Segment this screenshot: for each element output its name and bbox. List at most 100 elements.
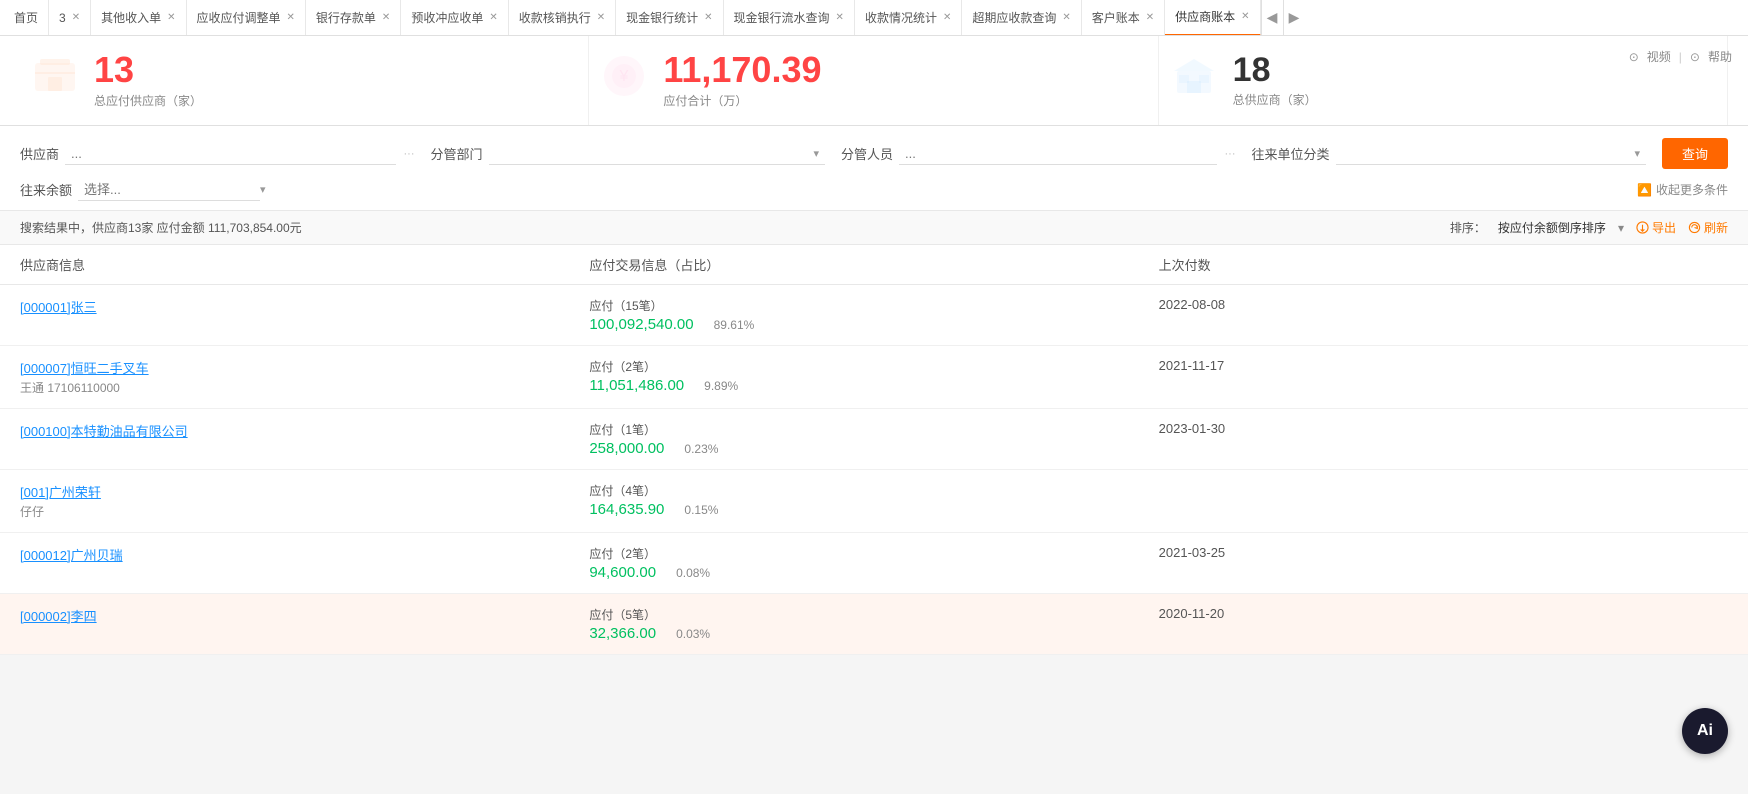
payable-pct-4: 0.08% (676, 566, 710, 580)
nav-arrow-right[interactable]: ▶ (1283, 0, 1305, 36)
supplier-name-0[interactable]: [000001]张三 (20, 300, 97, 315)
stat-payable-supplier: 13 总应付供应商（家） (20, 36, 589, 125)
nav-tab-home[interactable]: 首页 (4, 0, 49, 36)
refresh-button[interactable]: 刷新 (1688, 219, 1728, 236)
nav-tab-overdue-query-label: 超期应收款查询 (972, 9, 1056, 26)
payable-pct-0: 89.61% (714, 318, 755, 332)
close-icon[interactable]: ✕ (943, 12, 951, 23)
filter-row-1: 供应商 ··· 分管部门 ▾ 分管人员 ··· 往来单位分类 ▾ 查询 (20, 138, 1728, 169)
stat-label-supplier: 总应付供应商（家） (94, 92, 202, 109)
table-row: [000007]恒旺二手叉车 王通 17106110000 应付（2笔） 11,… (0, 346, 1748, 409)
chevron-down-icon: ▾ (813, 147, 819, 160)
balance-input[interactable] (84, 182, 260, 197)
result-right: 排序： 按应付余额倒序排序 ▾ 导出 刷新 (1450, 219, 1728, 236)
col-header-payable: 应付交易信息（占比） (589, 255, 1158, 274)
stat-payable-total: ¥ 11,170.39 应付合计（万） (589, 36, 1158, 125)
stat-icon-store (1169, 51, 1219, 111)
payable-count-1: 应付（2笔） (589, 358, 1158, 375)
close-icon[interactable]: ✕ (489, 12, 497, 23)
payable-amount-1: 11,051,486.00 (589, 377, 684, 394)
top-navigation: 首页 3 ✕ 其他收入单 ✕ 应收应付调整单 ✕ 银行存款单 ✕ 预收冲应收单 … (0, 0, 1748, 36)
close-icon[interactable]: ✕ (597, 12, 605, 23)
col-header-supplier: 供应商信息 (20, 255, 589, 274)
nav-arrow-left[interactable]: ◀ (1261, 0, 1283, 36)
supplier-name-1[interactable]: [000007]恒旺二手叉车 (20, 361, 149, 376)
supplier-name-3[interactable]: [001]广州荣轩 (20, 485, 101, 500)
last-pay-0: 2022-08-08 (1159, 297, 1728, 312)
nav-tab-customer-account[interactable]: 客户账本 ✕ (1082, 0, 1165, 36)
close-icon[interactable]: ✕ (167, 12, 175, 23)
dept-select[interactable]: ▾ (489, 143, 825, 165)
nav-tab-cash-bank-stat-label: 现金银行统计 (626, 9, 698, 26)
close-icon[interactable]: ✕ (287, 12, 295, 23)
supplier-info-3: [001]广州荣轩 仔仔 (20, 482, 589, 520)
nav-tab-receive-stat[interactable]: 收款情况统计 ✕ (855, 0, 962, 36)
nav-tab-bank-deposit[interactable]: 银行存款单 ✕ (306, 0, 401, 36)
close-icon[interactable]: ✕ (1146, 12, 1154, 23)
collapse-button[interactable]: 🔼 收起更多条件 (1637, 177, 1728, 202)
filter-unit-class: 往来单位分类 ▾ (1252, 143, 1647, 165)
filter-row-2: 往来余额 ▾ 🔼 收起更多条件 (20, 177, 1728, 202)
balance-select[interactable]: ▾ (78, 179, 260, 201)
person-input[interactable] (899, 143, 1216, 165)
payable-count-4: 应付（2笔） (589, 545, 1158, 562)
sort-arrow-icon: ▾ (1618, 221, 1624, 235)
help-link[interactable]: 帮助 (1708, 48, 1732, 65)
ai-button[interactable]: Ai (1682, 708, 1728, 754)
stat-value-payable: 11,170.39 (663, 52, 821, 88)
close-icon[interactable]: ✕ (1062, 12, 1070, 23)
nav-tab-3[interactable]: 3 ✕ (49, 0, 91, 36)
stat-value-supplier: 13 (94, 52, 202, 88)
payable-info-2: 应付（1笔） 258,000.00 0.23% (589, 421, 1158, 457)
payable-info-1: 应付（2笔） 11,051,486.00 9.89% (589, 358, 1158, 394)
supplier-input[interactable] (65, 143, 395, 165)
nav-tab-prepay-receive[interactable]: 预收冲应收单 ✕ (401, 0, 508, 36)
table-row: [000100]本特勤油品有限公司 应付（1笔） 258,000.00 0.23… (0, 409, 1748, 470)
payable-amount-3: 164,635.90 (589, 501, 664, 518)
nav-tab-supplier-account-label: 供应商账本 (1175, 8, 1235, 25)
nav-tab-other-income[interactable]: 其他收入单 ✕ (91, 0, 186, 36)
payable-count-5: 应付（5笔） (589, 606, 1158, 623)
close-icon[interactable]: ✕ (1241, 11, 1249, 22)
nav-tab-overdue-query[interactable]: 超期应收款查询 ✕ (962, 0, 1081, 36)
nav-tab-cash-bank-flow[interactable]: 现金银行流水查询 ✕ (724, 0, 855, 36)
payable-pct-5: 0.03% (676, 627, 710, 641)
sort-value[interactable]: 按应付余额倒序排序 (1498, 219, 1606, 236)
nav-tab-receive-verify[interactable]: 收款核销执行 ✕ (509, 0, 616, 36)
nav-tab-payable-adjust[interactable]: 应收应付调整单 ✕ (187, 0, 306, 36)
dept-input[interactable] (495, 146, 814, 161)
unit-class-input[interactable] (1342, 146, 1635, 161)
result-summary: 搜索结果中，供应商13家 应付金额 111,703,854.00元 (20, 219, 302, 236)
chevron-up-icon: 🔼 (1637, 183, 1652, 197)
balance-filter-label: 往来余额 (20, 180, 72, 199)
export-button[interactable]: 导出 (1636, 219, 1676, 236)
supplier-dots-icon: ··· (404, 148, 415, 160)
help-icon: ⊙ (1690, 50, 1700, 64)
supplier-name-5[interactable]: [000002]李四 (20, 609, 97, 624)
close-icon[interactable]: ✕ (836, 12, 844, 23)
supplier-sub-1: 王通 17106110000 (20, 379, 589, 396)
payable-count-2: 应付（1笔） (589, 421, 1158, 438)
unit-class-filter-label: 往来单位分类 (1252, 144, 1330, 163)
stats-bar: 13 总应付供应商（家） ¥ 11,170.39 应付合计（万） (0, 36, 1748, 126)
query-button[interactable]: 查询 (1662, 138, 1728, 169)
supplier-info-0: [000001]张三 (20, 297, 589, 316)
table-row: [001]广州荣轩 仔仔 应付（4笔） 164,635.90 0.15% (0, 470, 1748, 533)
stat-icon-supplier (30, 51, 80, 111)
supplier-name-4[interactable]: [000012]广州贝瑞 (20, 548, 123, 563)
person-dots-icon: ··· (1225, 148, 1236, 160)
table-header: 供应商信息 应付交易信息（占比） 上次付数 (0, 245, 1748, 285)
unit-class-select[interactable]: ▾ (1336, 143, 1646, 165)
close-icon[interactable]: ✕ (72, 12, 80, 23)
video-link[interactable]: 视频 (1647, 48, 1671, 65)
payable-amount-4: 94,600.00 (589, 564, 656, 581)
close-icon[interactable]: ✕ (382, 12, 390, 23)
close-icon[interactable]: ✕ (704, 12, 712, 23)
supplier-name-2[interactable]: [000100]本特勤油品有限公司 (20, 424, 188, 439)
nav-tab-receive-stat-label: 收款情况统计 (865, 9, 937, 26)
video-icon: ⊙ (1629, 50, 1639, 64)
supplier-info-2: [000100]本特勤油品有限公司 (20, 421, 589, 440)
nav-tab-cash-bank-stat[interactable]: 现金银行统计 ✕ (616, 0, 723, 36)
nav-tab-supplier-account[interactable]: 供应商账本 ✕ (1165, 0, 1260, 36)
nav-tab-cash-bank-flow-label: 现金银行流水查询 (734, 9, 830, 26)
